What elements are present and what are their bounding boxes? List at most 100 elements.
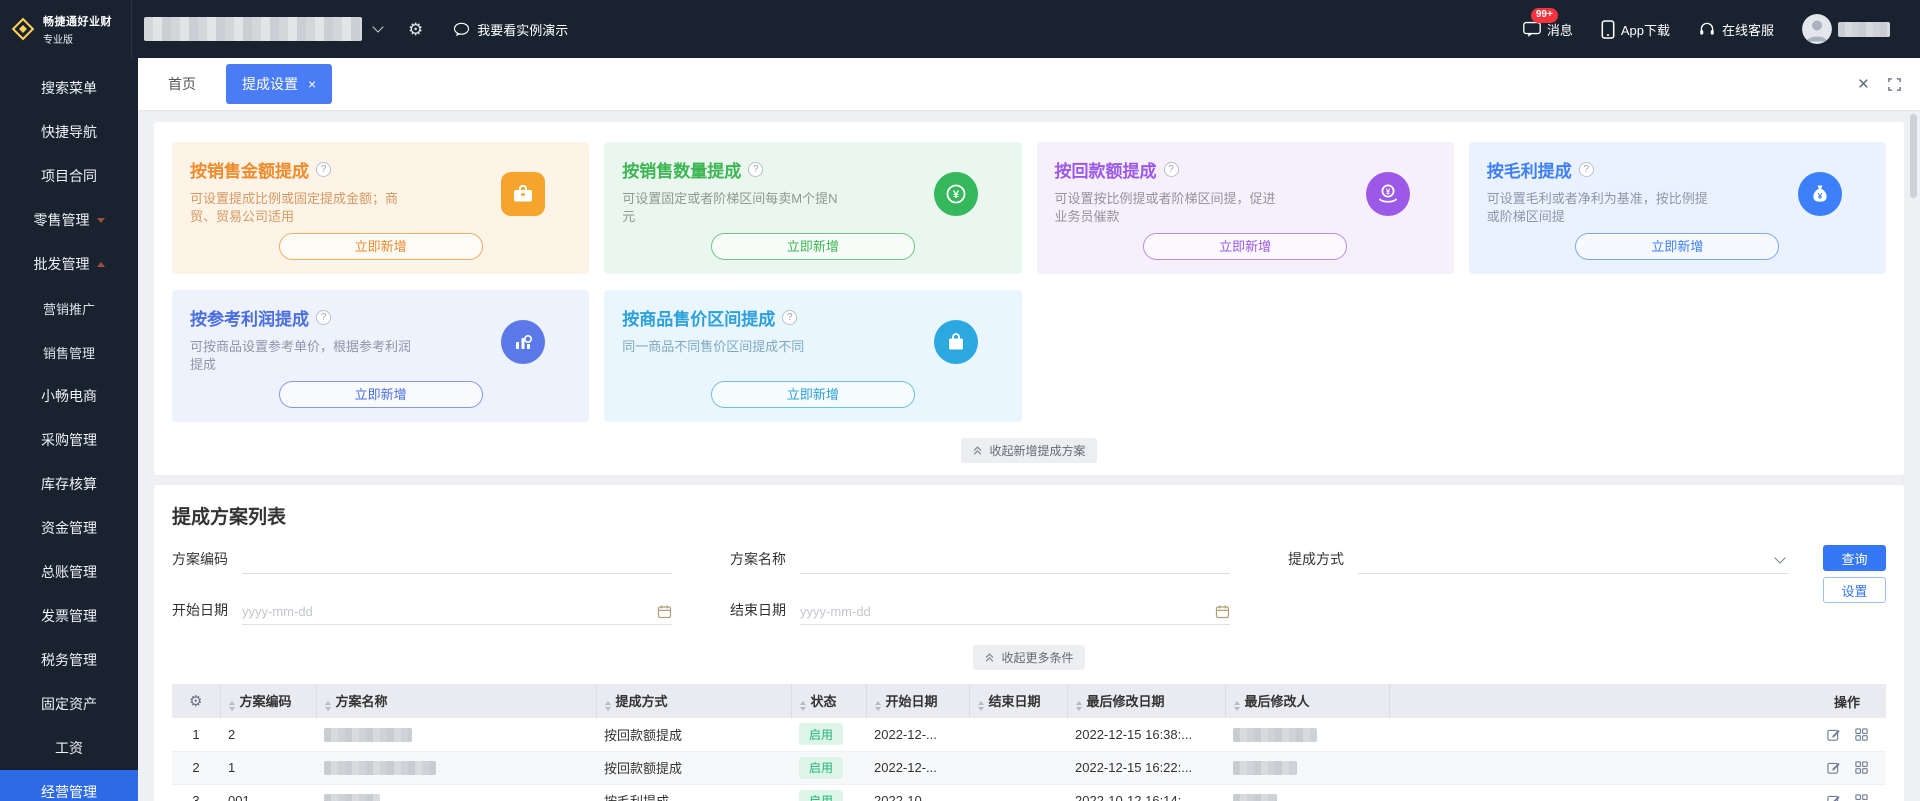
- filter-form: 方案编码 方案名称 提成方式 开始日期 yyyy-mm-dd 结束日期 yyyy…: [172, 545, 1886, 625]
- chevrons-up-icon: [986, 653, 994, 662]
- add-now-button[interactable]: 立即新增: [710, 233, 915, 260]
- vertical-scrollbar[interactable]: [1910, 114, 1917, 198]
- commission-plan-list-panel: 提成方案列表 方案编码 方案名称 提成方式 开始日期 yyyy-mm-dd 结束…: [154, 485, 1904, 801]
- edit-icon[interactable]: [1826, 760, 1841, 775]
- commission-method-select[interactable]: [1358, 547, 1788, 574]
- collapse-more-filters-button[interactable]: 收起更多条件: [973, 645, 1085, 670]
- modified-by-redacted: [1233, 728, 1317, 743]
- card-sales-quantity-commission: 按销售数量提成? 可设置固定或者阶梯区间每卖M个提N元 ¥ 立即新增: [604, 142, 1022, 274]
- header-plan-name[interactable]: 方案名称: [316, 684, 597, 718]
- chevrons-up-icon: [974, 446, 982, 455]
- sidebar-item-business-mgmt[interactable]: 经营管理: [0, 770, 138, 801]
- end-date-label: 结束日期: [730, 602, 786, 618]
- cell-end-date: [969, 751, 1067, 785]
- help-icon[interactable]: ?: [316, 162, 331, 177]
- sidebar-item-inventory-accounting[interactable]: 库存核算: [0, 462, 138, 506]
- tab-close-icon[interactable]: ×: [308, 77, 316, 91]
- help-icon[interactable]: ?: [748, 162, 764, 177]
- cell-modified-by: [1225, 751, 1389, 785]
- collapse-new-plans-button[interactable]: 收起新增提成方案: [961, 438, 1097, 463]
- calendar-icon[interactable]: [657, 604, 672, 619]
- app-logo: 畅捷通好业财 专业版: [0, 0, 132, 58]
- fullscreen-icon[interactable]: [1887, 77, 1902, 92]
- header-end-date[interactable]: 结束日期: [969, 684, 1068, 718]
- help-icon[interactable]: ?: [1163, 162, 1179, 177]
- page-title: 提成方案列表: [172, 507, 287, 528]
- card-reference-profit-commission: 按参考利润提成? 可按商品设置参考单价，根据参考利润提成 立即新增: [172, 290, 590, 422]
- edit-icon[interactable]: [1826, 793, 1841, 801]
- svg-text:¥: ¥: [952, 189, 959, 201]
- plan-name-input[interactable]: [800, 552, 1230, 568]
- user-name-redacted: [1838, 21, 1890, 37]
- topbar-right: 99+ 消息 App下载 在线客服: [1522, 7, 1920, 44]
- sidebar-item-sales-mgmt[interactable]: 销售管理: [0, 330, 138, 374]
- demo-link[interactable]: 我要看实例演示: [453, 20, 568, 39]
- end-date-input[interactable]: [800, 603, 1215, 619]
- online-support-button[interactable]: 在线客服: [1698, 20, 1774, 39]
- sidebar-item-funds-mgmt[interactable]: 资金管理: [0, 506, 138, 550]
- sidebar-item-project-contract[interactable]: 项目合同: [0, 154, 138, 198]
- sidebar-item-invoice-mgmt[interactable]: 发票管理: [0, 594, 138, 638]
- user-menu[interactable]: [1802, 14, 1890, 44]
- settings-gear-icon[interactable]: ⚙: [408, 21, 423, 38]
- plan-code-input[interactable]: [242, 552, 672, 568]
- sidebar-item-fixed-assets[interactable]: 固定资产: [0, 682, 138, 726]
- header-commission-method[interactable]: 提成方式: [596, 684, 792, 718]
- header-start-date[interactable]: 开始日期: [866, 684, 970, 718]
- header-last-modified-date[interactable]: 最后修改日期: [1067, 684, 1226, 718]
- header-actions[interactable]: 操作: [1808, 684, 1886, 718]
- headset-icon: [1700, 22, 1714, 35]
- start-date-input[interactable]: [242, 603, 657, 619]
- sidebar-item-wholesale-mgmt[interactable]: 批发管理: [0, 242, 138, 286]
- app-window: 畅捷通好业财 专业版 ⚙ 我要看实例演示 99+ 消息 App下载 在线客服 搜…: [0, 0, 1920, 801]
- add-now-button[interactable]: 立即新增: [278, 233, 483, 260]
- sidebar-item-ecommerce[interactable]: 小畅电商: [0, 374, 138, 418]
- grid-more-icon[interactable]: [1854, 760, 1869, 775]
- header-last-modified-by[interactable]: 最后修改人: [1225, 684, 1390, 718]
- table-row[interactable]: 3 001 按毛利提成 启用 2022-10-... 2022-10-12 16…: [172, 784, 1886, 801]
- edit-icon[interactable]: [1826, 727, 1841, 742]
- messages-button[interactable]: 99+ 消息: [1522, 7, 1573, 39]
- phone-icon: [1601, 19, 1615, 39]
- cell-plan-code: 2: [220, 718, 316, 752]
- add-now-button[interactable]: 立即新增: [710, 381, 915, 408]
- column-settings-gear-icon[interactable]: ⚙: [172, 684, 221, 718]
- app-download-label: App下载: [1620, 22, 1670, 38]
- add-now-button[interactable]: 立即新增: [1143, 233, 1348, 260]
- chevron-down-icon: [1774, 552, 1786, 564]
- close-icon[interactable]: ×: [1858, 75, 1869, 94]
- sidebar-item-tax-mgmt[interactable]: 税务管理: [0, 638, 138, 682]
- app-download-button[interactable]: App下载: [1601, 19, 1670, 39]
- sidebar-item-general-ledger[interactable]: 总账管理: [0, 550, 138, 594]
- logo-icon: [11, 17, 35, 41]
- grid-more-icon[interactable]: [1854, 793, 1869, 801]
- search-button[interactable]: 查询: [1823, 545, 1886, 571]
- sidebar-item-marketing-promo[interactable]: 营销推广: [0, 286, 138, 330]
- help-icon[interactable]: ?: [1578, 162, 1594, 177]
- sidebar-item-quick-nav[interactable]: 快捷导航: [0, 110, 138, 154]
- start-date-label: 开始日期: [172, 602, 228, 618]
- calendar-icon[interactable]: [1215, 604, 1230, 619]
- help-icon[interactable]: ?: [316, 310, 331, 325]
- grid-more-icon[interactable]: [1854, 727, 1869, 742]
- header-plan-code[interactable]: 方案编码: [220, 684, 317, 718]
- commission-method-label: 提成方式: [1288, 551, 1344, 567]
- tab-commission-settings[interactable]: 提成设置 ×: [226, 64, 333, 104]
- add-now-button[interactable]: 立即新增: [1575, 233, 1780, 260]
- speech-bubble-icon: [454, 22, 470, 36]
- sidebar-item-payroll[interactable]: 工资: [0, 726, 138, 770]
- help-icon[interactable]: ?: [782, 310, 798, 325]
- sidebar-item-search-menu[interactable]: 搜索菜单: [0, 66, 138, 110]
- table-row[interactable]: 2 1 按回款额提成 启用 2022-12-... 2022-12-15 16:…: [172, 751, 1886, 785]
- table-row[interactable]: 1 2 按回款额提成 启用 2022-12-... 2022-12-15 16:…: [172, 718, 1886, 752]
- sidebar-item-purchase-mgmt[interactable]: 采购管理: [0, 418, 138, 462]
- settings-button[interactable]: 设置: [1823, 577, 1886, 603]
- sidebar-item-retail-mgmt[interactable]: 零售管理: [0, 198, 138, 242]
- card-description: 可设置按比例提或者阶梯区间提，促进业务员催款: [1054, 191, 1276, 224]
- cell-status: 启用: [791, 784, 866, 801]
- add-now-button[interactable]: 立即新增: [278, 381, 483, 408]
- header-status[interactable]: 状态: [791, 684, 867, 718]
- organization-dropdown[interactable]: [144, 17, 384, 41]
- tab-home[interactable]: 首页: [152, 58, 212, 110]
- caret-up-icon: [96, 261, 105, 267]
